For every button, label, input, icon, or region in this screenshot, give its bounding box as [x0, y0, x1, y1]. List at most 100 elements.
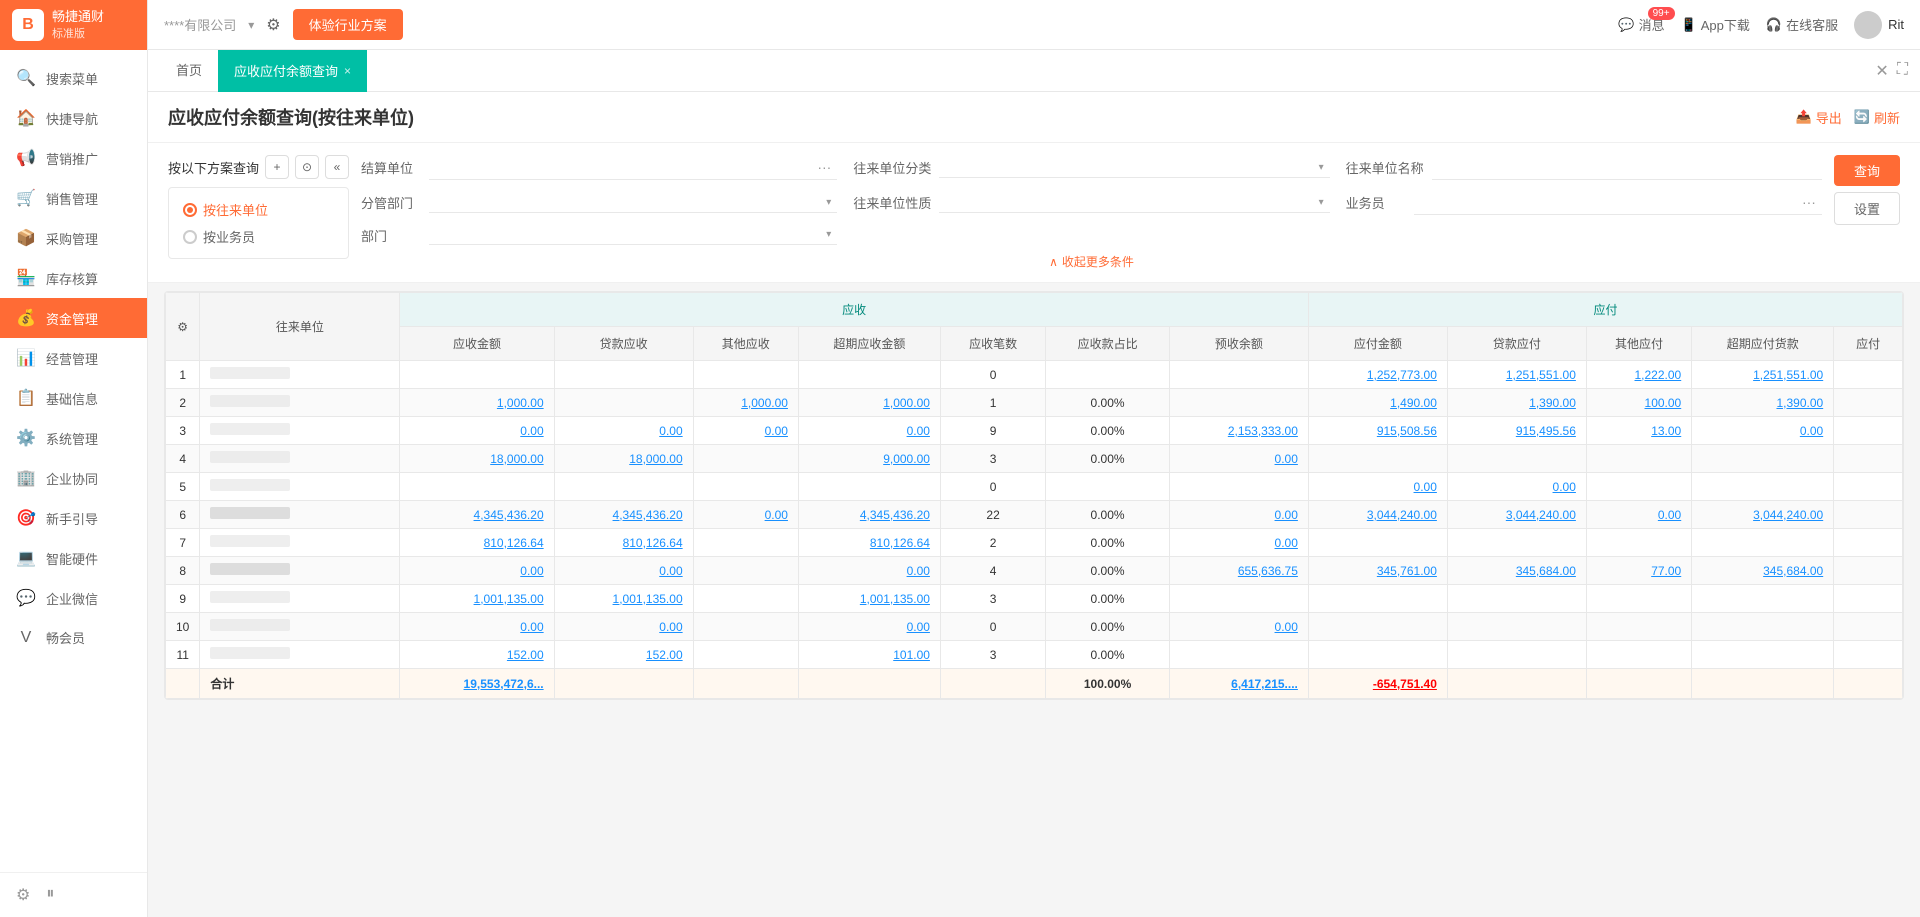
message-action[interactable]: 💬 消息 99+: [1618, 15, 1664, 34]
sidebar-item-system[interactable]: ⚙️ 系统管理: [0, 418, 147, 458]
ap-loan[interactable]: 3,044,240.00: [1447, 501, 1586, 529]
filter-option-staff[interactable]: 按业务员: [177, 223, 340, 250]
setting-button[interactable]: 设置: [1834, 192, 1900, 225]
sidebar-item-hardware[interactable]: 💻 智能硬件: [0, 538, 147, 578]
ap-amount[interactable]: 1,490.00: [1308, 389, 1447, 417]
sidebar-item-wechat[interactable]: 💬 企业微信: [0, 578, 147, 618]
ap-loan[interactable]: 1,390.00: [1447, 389, 1586, 417]
ar-prepay[interactable]: 655,636.75: [1169, 557, 1308, 585]
ap-amount[interactable]: 1,252,773.00: [1308, 361, 1447, 389]
ar-other[interactable]: 0.00: [693, 417, 798, 445]
ar-amount[interactable]: 18,000.00: [400, 445, 554, 473]
company-arrow-icon[interactable]: ▾: [248, 18, 254, 32]
ap-other[interactable]: 1,222.00: [1586, 361, 1691, 389]
table-settings-icon[interactable]: ⚙: [177, 320, 188, 334]
sidebar-item-guide[interactable]: 🎯 新手引导: [0, 498, 147, 538]
ap-overdue[interactable]: 3,044,240.00: [1692, 501, 1834, 529]
ar-loan[interactable]: 0.00: [554, 613, 693, 641]
select-department[interactable]: ▾: [429, 225, 837, 245]
filter-settings-btn[interactable]: ⊙: [295, 155, 319, 179]
ar-overdue[interactable]: 0.00: [798, 613, 940, 641]
ar-prepay[interactable]: 0.00: [1169, 501, 1308, 529]
ap-overdue[interactable]: 1,390.00: [1692, 389, 1834, 417]
ar-other[interactable]: 1,000.00: [693, 389, 798, 417]
input-settlement[interactable]: ···: [429, 155, 837, 180]
ar-loan[interactable]: 4,345,436.20: [554, 501, 693, 529]
filter-option-unit[interactable]: 按往来单位: [177, 196, 340, 223]
ar-loan[interactable]: 1,001,135.00: [554, 585, 693, 613]
ar-loan[interactable]: 0.00: [554, 557, 693, 585]
export-button[interactable]: 📤 导出: [1796, 108, 1842, 127]
customer-service-action[interactable]: 🎧 在线客服: [1766, 15, 1838, 34]
sidebar-item-finance[interactable]: 💰 资金管理: [0, 298, 147, 338]
ar-other[interactable]: 0.00: [693, 501, 798, 529]
trial-button[interactable]: 体验行业方案: [293, 9, 403, 40]
filter-add-btn[interactable]: +: [265, 155, 289, 179]
filter-collapse-icon[interactable]: «: [325, 155, 349, 179]
collapse-button[interactable]: ∧ 收起更多条件: [361, 253, 1822, 270]
sidebar-item-base[interactable]: 📋 基础信息: [0, 378, 147, 418]
ar-overdue[interactable]: 4,345,436.20: [798, 501, 940, 529]
sidebar-item-corp[interactable]: 🏢 企业协同: [0, 458, 147, 498]
ap-other[interactable]: 77.00: [1586, 557, 1691, 585]
sidebar-item-search[interactable]: 🔍 搜索菜单: [0, 58, 147, 98]
ar-loan[interactable]: 0.00: [554, 417, 693, 445]
ap-loan[interactable]: 0.00: [1447, 473, 1586, 501]
ar-amount[interactable]: 0.00: [400, 613, 554, 641]
ap-amount[interactable]: 0.00: [1308, 473, 1447, 501]
ar-prepay[interactable]: 0.00: [1169, 445, 1308, 473]
sidebar-item-vip[interactable]: V 畅会员: [0, 618, 147, 657]
ar-overdue[interactable]: 9,000.00: [798, 445, 940, 473]
sidebar-item-marketing[interactable]: 📢 营销推广: [0, 138, 147, 178]
ap-overdue[interactable]: 0.00: [1692, 417, 1834, 445]
ar-amount[interactable]: 0.00: [400, 557, 554, 585]
ap-amount[interactable]: 3,044,240.00: [1308, 501, 1447, 529]
ar-amount[interactable]: 1,000.00: [400, 389, 554, 417]
footer-ap-amount[interactable]: -654,751.40: [1308, 669, 1447, 699]
ar-loan[interactable]: 810,126.64: [554, 529, 693, 557]
ar-overdue[interactable]: 810,126.64: [798, 529, 940, 557]
ar-amount[interactable]: 810,126.64: [400, 529, 554, 557]
ap-amount[interactable]: 915,508.56: [1308, 417, 1447, 445]
select-unit-category[interactable]: ▾: [939, 158, 1329, 178]
ar-loan[interactable]: 152.00: [554, 641, 693, 669]
sidebar-collapse-btn[interactable]: ⏸: [46, 885, 54, 905]
select-dept[interactable]: ▾: [429, 193, 837, 213]
ar-amount[interactable]: 1,001,135.00: [400, 585, 554, 613]
topbar-gear-icon[interactable]: ⚙: [266, 15, 280, 35]
ar-prepay[interactable]: 0.00: [1169, 529, 1308, 557]
sidebar-item-inventory[interactable]: 🏪 库存核算: [0, 258, 147, 298]
ar-overdue[interactable]: 0.00: [798, 557, 940, 585]
tab-close-btn[interactable]: ✕: [1875, 61, 1888, 81]
app-download-action[interactable]: 📱 App下载: [1681, 15, 1750, 34]
query-button[interactable]: 查询: [1834, 155, 1900, 186]
select-unit-nature[interactable]: ▾: [939, 193, 1329, 213]
th-settings[interactable]: ⚙: [166, 293, 200, 361]
footer-ar-amount[interactable]: 19,553,472,6...: [400, 669, 554, 699]
input-unit-name[interactable]: [1432, 156, 1822, 180]
ap-overdue[interactable]: 1,251,551.00: [1692, 361, 1834, 389]
sidebar-settings-btn[interactable]: ⚙: [16, 885, 30, 905]
tab-close-icon[interactable]: ×: [344, 64, 351, 78]
ap-other[interactable]: 0.00: [1586, 501, 1691, 529]
ar-overdue[interactable]: 0.00: [798, 417, 940, 445]
sidebar-item-business[interactable]: 📊 经营管理: [0, 338, 147, 378]
ar-prepay[interactable]: 0.00: [1169, 613, 1308, 641]
ap-loan[interactable]: 345,684.00: [1447, 557, 1586, 585]
ap-loan[interactable]: 1,251,551.00: [1447, 361, 1586, 389]
sidebar-item-quick[interactable]: 🏠 快捷导航: [0, 98, 147, 138]
ap-loan[interactable]: 915,495.56: [1447, 417, 1586, 445]
tab-expand-btn[interactable]: ⛶: [1897, 61, 1908, 81]
ar-prepay[interactable]: 2,153,333.00: [1169, 417, 1308, 445]
ap-other[interactable]: 13.00: [1586, 417, 1691, 445]
ar-overdue[interactable]: 1,000.00: [798, 389, 940, 417]
refresh-button[interactable]: 🔄 刷新: [1854, 108, 1900, 127]
ar-amount[interactable]: 4,345,436.20: [400, 501, 554, 529]
sidebar-item-purchase[interactable]: 📦 采购管理: [0, 218, 147, 258]
user-info[interactable]: Rit: [1854, 11, 1904, 39]
ap-amount[interactable]: 345,761.00: [1308, 557, 1447, 585]
ar-loan[interactable]: 18,000.00: [554, 445, 693, 473]
input-salesperson[interactable]: ···: [1414, 190, 1822, 215]
table-scroll[interactable]: ⚙ 往来单位 应收 应付 应收金额 贷款应收 其他应收 超期应收金额: [165, 292, 1903, 699]
tab-home[interactable]: 首页: [160, 50, 218, 92]
